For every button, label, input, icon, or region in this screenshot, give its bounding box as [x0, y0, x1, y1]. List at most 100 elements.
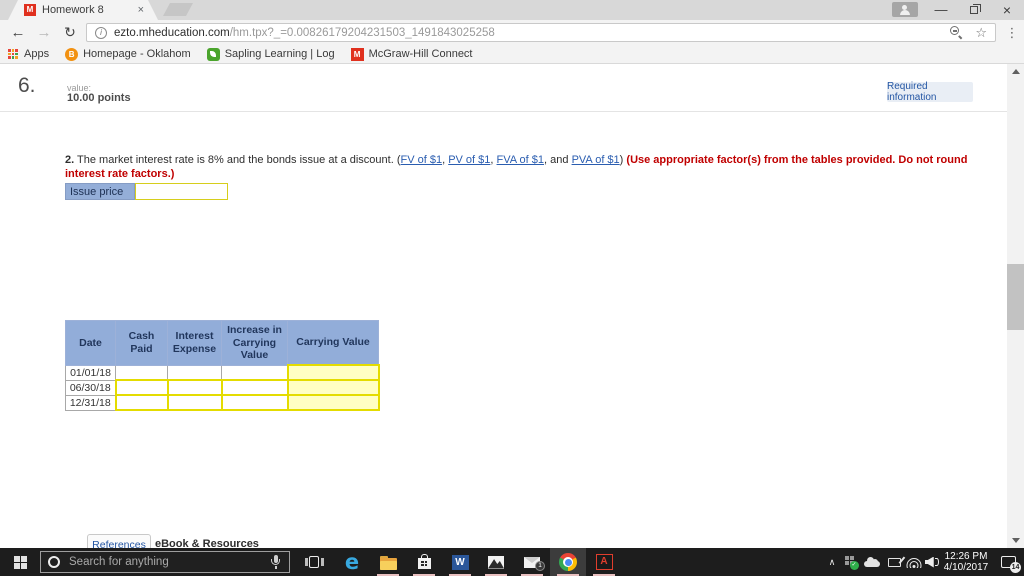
bookmark-sapling[interactable]: Sapling Learning | Log: [206, 47, 335, 61]
scrollbar-thumb[interactable]: [1007, 264, 1024, 330]
notification-count-badge: 14: [1010, 561, 1021, 573]
question-number: 6.: [18, 74, 36, 97]
sapling-favicon-icon: [206, 47, 220, 61]
points-value: 10.00 points: [67, 92, 131, 104]
cash-paid-cell: [115, 364, 168, 381]
interest-expense-input-cell[interactable]: [166, 394, 223, 412]
taskbar-photos-button[interactable]: [478, 548, 514, 576]
taskbar-search-box[interactable]: Search for anything: [40, 551, 290, 573]
apps-grid-icon[interactable]: [8, 49, 18, 59]
table-row: 12/31/18: [65, 394, 380, 412]
new-tab-button[interactable]: [163, 3, 193, 16]
bookmark-star-icon[interactable]: ☆: [975, 26, 987, 39]
screen: M Homework 8 × — × ← → ↻ i ezto.mheducat…: [0, 0, 1024, 576]
sync-status-icon: ✓: [844, 555, 859, 570]
onedrive-cloud-icon: [864, 557, 880, 567]
taskbar-store-button[interactable]: [406, 548, 442, 576]
homepage-favicon-icon: B: [65, 47, 79, 61]
carrying-value-input-cell[interactable]: [286, 394, 380, 412]
col-header-interest-expense: Interest Expense: [167, 320, 222, 366]
scrollbar-down-arrow[interactable]: [1007, 533, 1024, 548]
windows-store-icon: [417, 554, 431, 569]
header-divider: [0, 111, 1007, 112]
col-header-increase: Increase in Carrying Value: [221, 320, 288, 366]
question-text: 2. The market interest rate is 8% and th…: [65, 153, 975, 181]
task-view-icon: [304, 556, 324, 568]
interest-expense-input-cell[interactable]: [166, 379, 223, 397]
carrying-value-input-cell[interactable]: [286, 364, 380, 382]
browser-titlebar: M Homework 8 × — ×: [0, 0, 1024, 20]
pva-of-1-link[interactable]: PVA of $1: [572, 154, 620, 166]
browser-menu-icon[interactable]: ⋮: [1002, 20, 1022, 45]
taskbar-clock[interactable]: 12:26 PM 4/10/2017: [938, 548, 994, 576]
tray-show-hidden-icons-button[interactable]: ∧: [824, 548, 840, 576]
windows-logo-icon: [13, 555, 27, 569]
edge-icon: e: [344, 550, 360, 574]
window-restore-button[interactable]: [958, 0, 990, 19]
table-header-row: Date Cash Paid Interest Expense Increase…: [65, 320, 379, 366]
tab-title: Homework 8: [42, 4, 104, 16]
tray-onedrive-button[interactable]: [862, 548, 882, 576]
browser-tab[interactable]: M Homework 8 ×: [8, 0, 158, 20]
taskbar-file-explorer-button[interactable]: [370, 548, 406, 576]
issue-price-row: Issue price: [65, 183, 228, 200]
cash-paid-input-cell[interactable]: [114, 379, 169, 397]
clock-date: 4/10/2017: [943, 562, 989, 573]
page-scrollbar[interactable]: [1007, 64, 1024, 548]
forward-button[interactable]: →: [32, 20, 56, 45]
page-info-icon[interactable]: i: [95, 26, 107, 39]
reload-button[interactable]: ↻: [58, 20, 82, 45]
address-bar[interactable]: i ezto.mheducation.com/hm.tpx?_=0.008261…: [86, 23, 996, 42]
increase-input-cell[interactable]: [220, 394, 289, 412]
table-row: 01/01/18: [65, 364, 380, 382]
window-close-button[interactable]: ×: [991, 0, 1023, 19]
bookmark-label: Homepage - Oklahom: [83, 48, 191, 60]
scrollbar-up-arrow[interactable]: [1007, 64, 1024, 79]
col-header-carrying-value: Carrying Value: [287, 320, 379, 366]
window-minimize-button[interactable]: —: [925, 0, 957, 19]
date-cell: 12/31/18: [65, 394, 116, 411]
action-center-icon: 14: [1001, 555, 1021, 573]
zoom-out-icon[interactable]: [950, 26, 963, 39]
chrome-icon: [559, 553, 577, 571]
mail-badge: 1: [535, 560, 545, 571]
action-center-button[interactable]: 14: [996, 548, 1022, 576]
microphone-icon[interactable]: [270, 554, 281, 570]
start-button[interactable]: [0, 548, 40, 576]
increase-cell: [221, 364, 288, 381]
fv-of-1-link[interactable]: FV of $1: [401, 154, 443, 166]
pv-of-1-link[interactable]: PV of $1: [448, 154, 490, 166]
fva-of-1-link[interactable]: FVA of $1: [497, 154, 545, 166]
taskbar-chrome-button[interactable]: [550, 548, 586, 576]
interest-expense-cell: [167, 364, 222, 381]
issue-price-input[interactable]: [135, 183, 228, 200]
apps-label[interactable]: Apps: [24, 48, 49, 60]
question-body: The market interest rate is 8% and the b…: [74, 154, 401, 166]
required-information-button[interactable]: Required information: [887, 81, 973, 103]
bookmark-homepage[interactable]: B Homepage - Oklahom: [65, 47, 191, 61]
cash-paid-input-cell[interactable]: [114, 394, 169, 412]
taskbar-word-button[interactable]: W: [442, 548, 478, 576]
taskbar-acrobat-button[interactable]: A: [586, 548, 622, 576]
back-button[interactable]: ←: [6, 20, 30, 45]
issue-price-label: Issue price: [65, 183, 135, 200]
photos-icon: [488, 555, 504, 569]
url-host: ezto.mheducation.com: [114, 26, 230, 39]
profile-button[interactable]: [892, 2, 918, 17]
wifi-icon: [906, 557, 922, 568]
taskbar-mail-button[interactable]: 1: [514, 548, 550, 576]
bookmarks-bar: Apps B Homepage - Oklahom Sapling Learni…: [0, 45, 1024, 64]
carrying-value-input-cell[interactable]: [286, 379, 380, 397]
tray-pen-settings-button[interactable]: [884, 548, 905, 576]
col-header-cash-paid: Cash Paid: [115, 320, 168, 366]
taskbar-edge-button[interactable]: e: [334, 548, 370, 576]
acrobat-reader-icon: A: [595, 554, 613, 570]
increase-input-cell[interactable]: [220, 379, 289, 397]
amortization-table: Date Cash Paid Interest Expense Increase…: [65, 320, 380, 412]
tab-close-icon[interactable]: ×: [138, 4, 144, 16]
tray-network-button[interactable]: [904, 548, 924, 576]
bookmark-mcgraw-connect[interactable]: M McGraw-Hill Connect: [350, 47, 473, 61]
mcgraw-favicon-icon: M: [350, 47, 364, 61]
task-view-button[interactable]: [296, 548, 332, 576]
tray-sync-status-button[interactable]: ✓: [842, 548, 860, 576]
